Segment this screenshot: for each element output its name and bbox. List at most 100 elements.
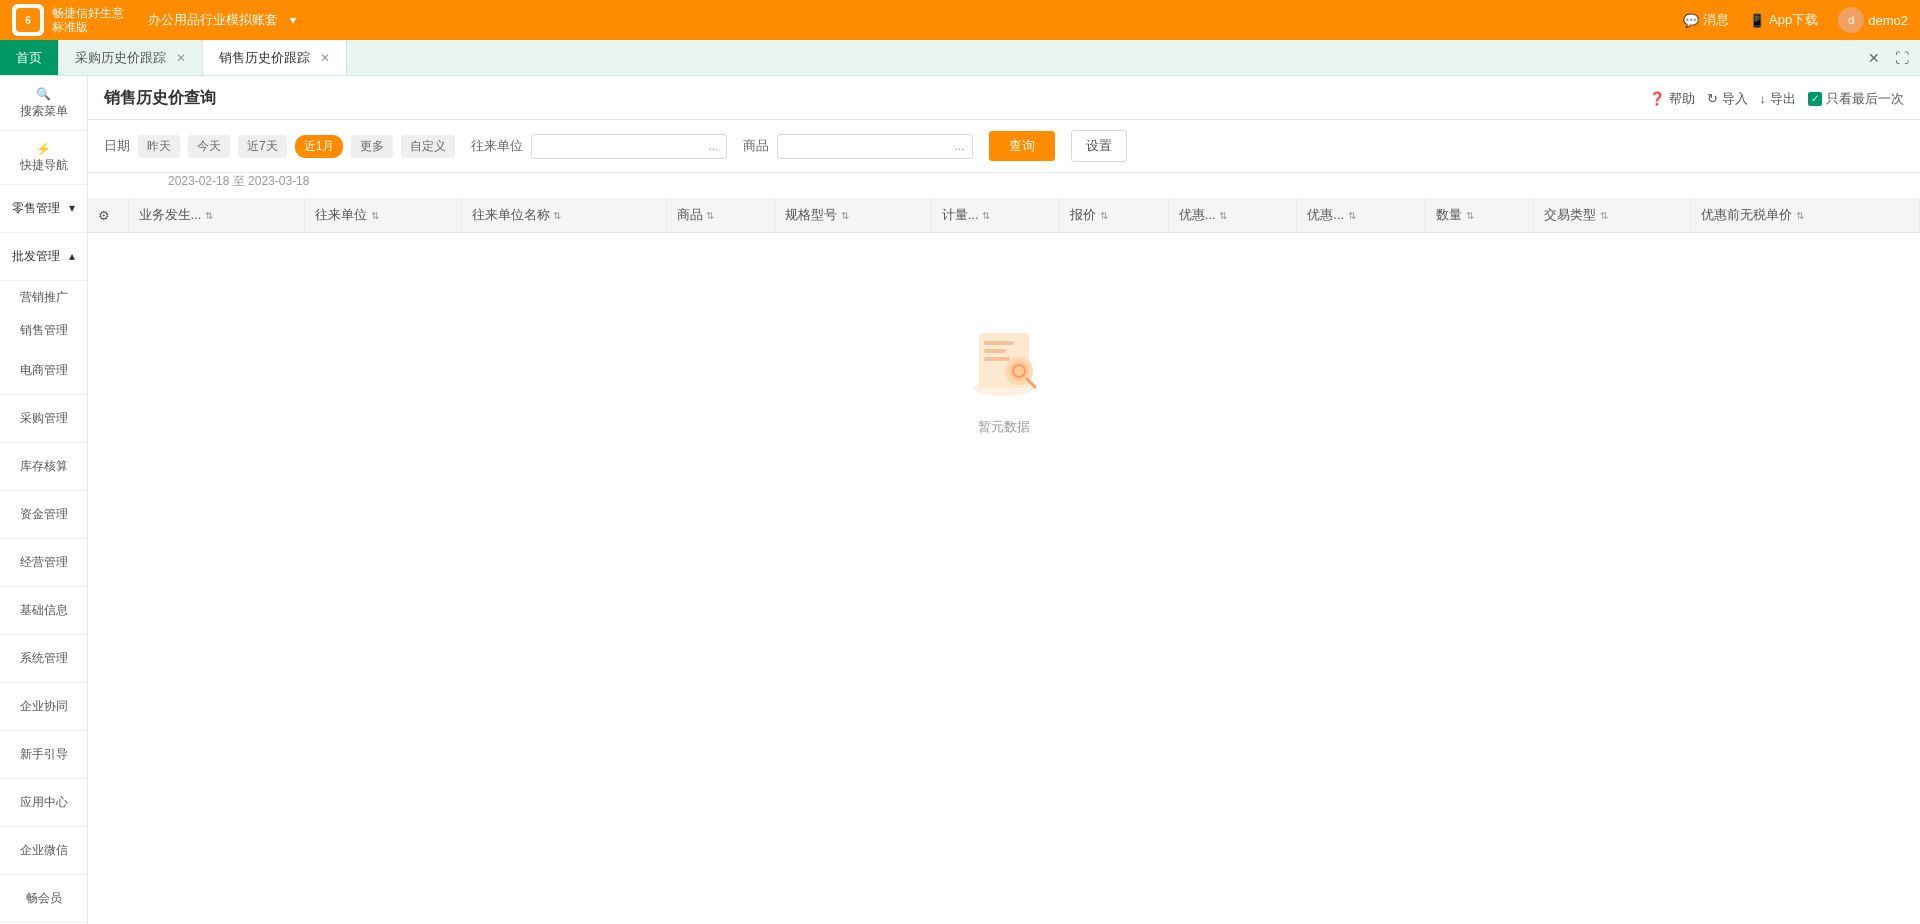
top-bar-left: 6 畅捷信好生意 标准版 办公用品行业模拟账套 ▾	[12, 4, 296, 36]
date-btn-today[interactable]: 今天	[188, 135, 230, 158]
unit-sort-icon[interactable]: ⇅	[982, 210, 990, 221]
tab-bar: 首页 采购历史价跟踪 ✕ 销售历史价跟踪 ✕ ✕ ⛶	[0, 40, 1920, 76]
page-title-bar: 销售历史价查询 ❓ 帮助 ↻ 导入 ↓ 导出 ✓	[104, 88, 1904, 109]
sidebar-item-enterprise-wechat[interactable]: 企业微信	[0, 827, 87, 875]
sidebar-item-search-menu[interactable]: 🔍 搜索菜单	[0, 76, 87, 131]
th-discount2-label: 优惠...	[1307, 207, 1344, 222]
sales-history-tab-close[interactable]: ✕	[320, 51, 330, 65]
product-input-dots[interactable]: ...	[954, 139, 964, 153]
only-last-checkbox[interactable]: ✓	[1808, 92, 1822, 106]
table-header-row: ⚙ 业务发生... ⇅ 往来单位 ⇅ 往来单位名称 ⇅	[88, 198, 1920, 233]
tab-sales-history[interactable]: 销售历史价跟踪 ✕	[203, 40, 347, 75]
app-title-dropdown[interactable]: ▾	[290, 13, 296, 27]
user-avatar-area[interactable]: d demo2	[1838, 7, 1908, 33]
date-btn-more[interactable]: 更多	[351, 135, 393, 158]
tab-home[interactable]: 首页	[0, 40, 59, 75]
quote-sort-icon[interactable]: ⇅	[1100, 210, 1108, 221]
partner-name-sort-icon[interactable]: ⇅	[553, 210, 561, 221]
th-product-label: 商品	[677, 207, 703, 222]
discount2-sort-icon[interactable]: ⇅	[1348, 210, 1356, 221]
sidebar-sub-item-sales-mgmt[interactable]: 销售管理	[0, 314, 87, 347]
partner-input-field[interactable]	[540, 139, 708, 154]
th-unit[interactable]: 计量... ⇅	[931, 198, 1060, 233]
th-partner-name-label: 往来单位名称	[472, 207, 550, 222]
partner-input-dots[interactable]: ...	[708, 139, 718, 153]
sidebar-item-new-user-guide[interactable]: 新手引导	[0, 731, 87, 779]
product-sort-icon[interactable]: ⇅	[706, 210, 714, 221]
sidebar-item-retail-mgmt[interactable]: 零售管理 ▾	[0, 185, 87, 233]
th-spec[interactable]: 规格型号 ⇅	[775, 198, 932, 233]
quantity-sort-icon[interactable]: ⇅	[1466, 210, 1474, 221]
tab-purchase-history[interactable]: 采购历史价跟踪 ✕	[59, 40, 203, 75]
search-menu-icon: 🔍	[36, 86, 51, 103]
date-btn-1month[interactable]: 近1月	[295, 135, 344, 158]
biz-date-sort-icon[interactable]: ⇅	[205, 210, 213, 221]
empty-state-row: 暂元数据	[88, 233, 1920, 517]
import-btn[interactable]: ↻ 导入	[1707, 90, 1748, 108]
logo-icon: 6	[16, 8, 40, 32]
partner-filter-input[interactable]: ...	[531, 134, 727, 159]
partner-code-sort-icon[interactable]: ⇅	[371, 210, 379, 221]
table-header: ⚙ 业务发生... ⇅ 往来单位 ⇅ 往来单位名称 ⇅	[88, 198, 1920, 233]
th-trade-type[interactable]: 交易类型 ⇅	[1534, 198, 1691, 233]
sidebar-item-finance-mgmt[interactable]: 资金管理	[0, 491, 87, 539]
help-btn[interactable]: ❓ 帮助	[1649, 90, 1695, 108]
message-btn[interactable]: 💬 消息	[1683, 11, 1729, 29]
only-last-checkbox-label[interactable]: ✓ 只看最后一次	[1808, 90, 1904, 108]
th-quantity[interactable]: 数量 ⇅	[1425, 198, 1534, 233]
th-discount2[interactable]: 优惠... ⇅	[1297, 198, 1426, 233]
trade-type-sort-icon[interactable]: ⇅	[1600, 210, 1608, 221]
th-discount1[interactable]: 优惠... ⇅	[1168, 198, 1297, 233]
quick-nav-icon: ⚡	[36, 141, 51, 158]
data-table: ⚙ 业务发生... ⇅ 往来单位 ⇅ 往来单位名称 ⇅	[88, 198, 1920, 516]
sidebar-item-basic-info[interactable]: 基础信息	[0, 587, 87, 635]
partner-filter-group: 往来单位 ...	[471, 134, 727, 159]
date-btn-yesterday[interactable]: 昨天	[138, 135, 180, 158]
app-download-btn[interactable]: 📱 App下载	[1749, 11, 1818, 29]
th-quote[interactable]: 报价 ⇅	[1060, 198, 1169, 233]
sidebar-item-enterprise-collab[interactable]: 企业协同	[0, 683, 87, 731]
settings-icon[interactable]: ⚙	[98, 208, 110, 223]
purchase-history-tab-close[interactable]: ✕	[176, 51, 186, 65]
sidebar-item-operations-mgmt[interactable]: 经营管理	[0, 539, 87, 587]
query-button[interactable]: 查询	[989, 131, 1055, 161]
page-actions: ❓ 帮助 ↻ 导入 ↓ 导出 ✓ 只看最后一次	[1649, 90, 1905, 108]
product-filter-label: 商品	[743, 137, 769, 155]
product-filter-input[interactable]: ...	[777, 134, 973, 159]
th-settings[interactable]: ⚙	[88, 198, 128, 233]
date-btn-custom[interactable]: 自定义	[401, 135, 455, 158]
date-btn-7days[interactable]: 近7天	[238, 135, 287, 158]
app-name: 畅捷信好生意 标准版	[52, 6, 124, 35]
th-product[interactable]: 商品 ⇅	[666, 198, 775, 233]
th-partner-name[interactable]: 往来单位名称 ⇅	[461, 198, 666, 233]
wholesale-mgmt-arrow-icon: ▴	[69, 248, 75, 265]
sidebar-sub-item-marketing[interactable]: 营销推广	[0, 281, 87, 314]
close-tab-btn[interactable]: ✕	[1864, 48, 1884, 68]
th-partner-code[interactable]: 往来单位 ⇅	[305, 198, 462, 233]
discount1-sort-icon[interactable]: ⇅	[1219, 210, 1227, 221]
sidebar-item-ecommerce-mgmt[interactable]: 电商管理	[0, 347, 87, 395]
pretax-price-sort-icon[interactable]: ⇅	[1796, 210, 1804, 221]
page-header: 销售历史价查询 ❓ 帮助 ↻ 导入 ↓ 导出 ✓	[88, 76, 1920, 120]
sidebar-item-quick-nav[interactable]: ⚡ 快捷导航	[0, 131, 87, 186]
th-biz-date-label: 业务发生...	[139, 207, 202, 222]
date-filter-label: 日期	[104, 137, 130, 155]
message-icon: 💬	[1683, 13, 1699, 28]
sidebar-item-purchase-mgmt[interactable]: 采购管理	[0, 395, 87, 443]
purchase-history-tab-label: 采购历史价跟踪	[75, 49, 166, 67]
product-input-field[interactable]	[786, 139, 954, 154]
th-biz-date[interactable]: 业务发生... ⇅	[128, 198, 305, 233]
sidebar-item-wholesale-mgmt[interactable]: 批发管理 ▴	[0, 233, 87, 281]
export-btn[interactable]: ↓ 导出	[1760, 90, 1797, 108]
sidebar-item-system-mgmt[interactable]: 系统管理	[0, 635, 87, 683]
setting-button[interactable]: 设置	[1071, 130, 1127, 162]
sidebar-item-member-club[interactable]: 畅会员	[0, 875, 87, 923]
maximize-tab-btn[interactable]: ⛶	[1892, 48, 1912, 68]
th-pretax-price[interactable]: 优惠前无税单价 ⇅	[1691, 198, 1920, 233]
th-pretax-price-label: 优惠前无税单价	[1701, 207, 1792, 222]
spec-sort-icon[interactable]: ⇅	[841, 210, 849, 221]
filter-bar: 日期 昨天 今天 近7天 近1月 更多 自定义 往来单位 ... 商品 ...	[88, 120, 1920, 173]
sidebar-item-app-center[interactable]: 应用中心	[0, 779, 87, 827]
empty-state: 暂元数据	[88, 233, 1920, 516]
sidebar-item-inventory-check[interactable]: 库存核算	[0, 443, 87, 491]
